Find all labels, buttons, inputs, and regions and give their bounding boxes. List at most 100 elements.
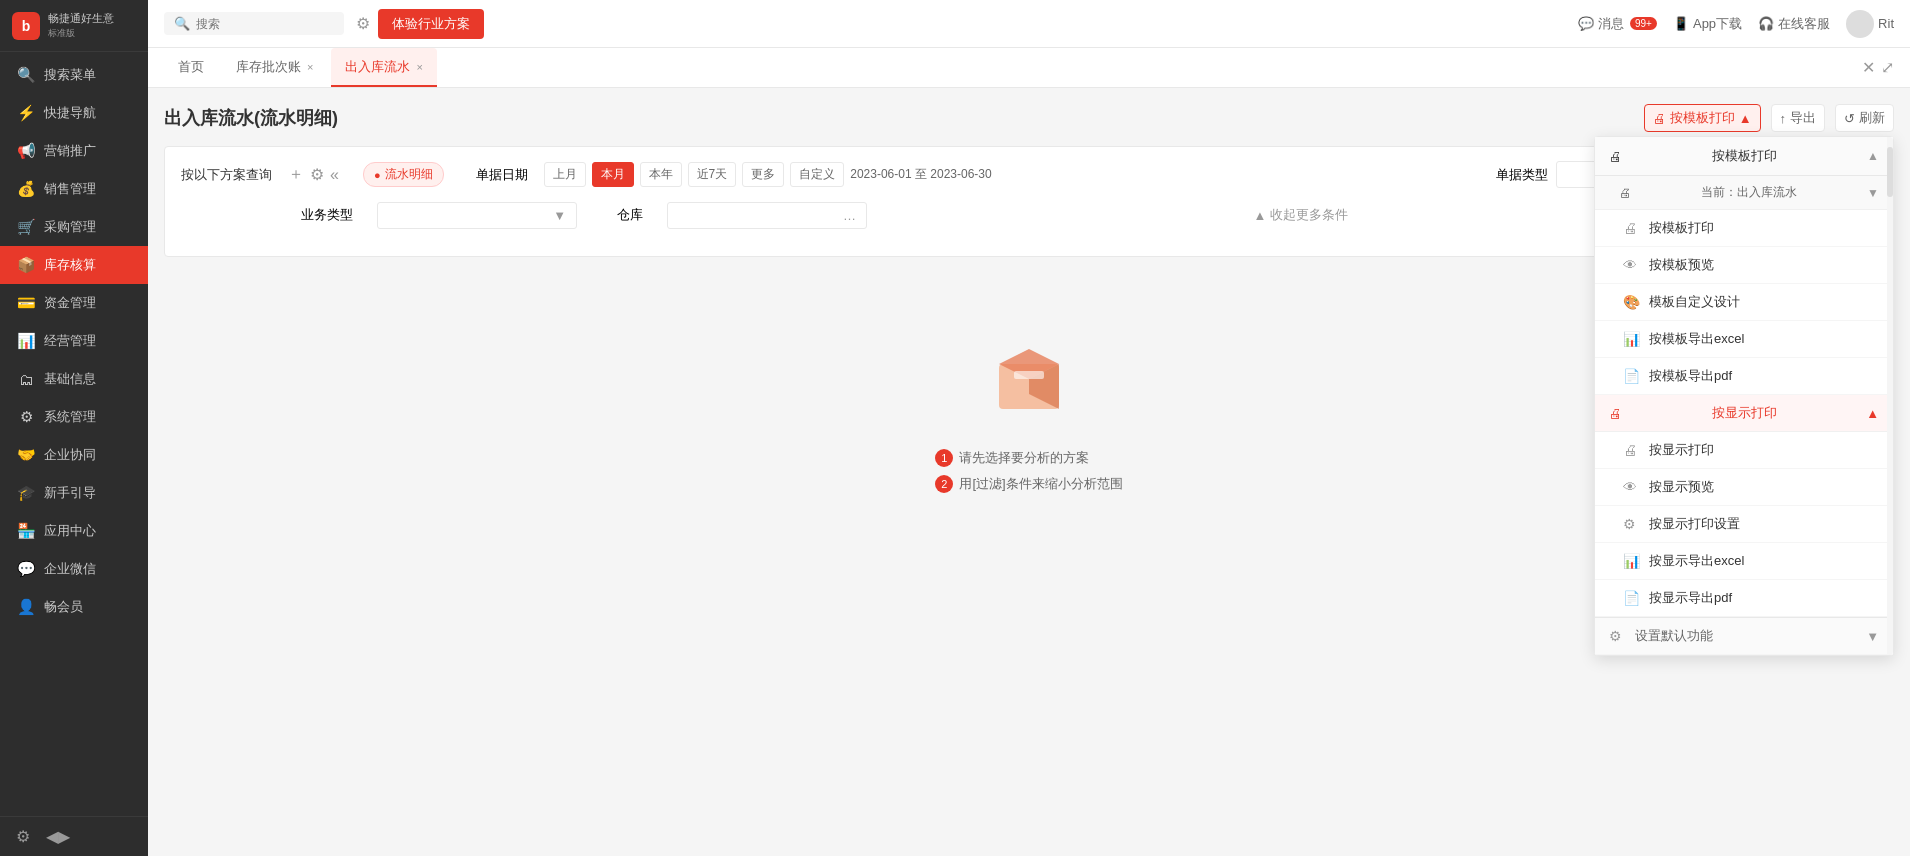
sidebar-item-guide[interactable]: 🎓 新手引导: [0, 474, 148, 512]
dropdown-item-display-print[interactable]: 🖨 按显示打印: [1595, 432, 1893, 469]
topbar-gear-icon[interactable]: ⚙: [356, 14, 370, 33]
tab-flow[interactable]: 出入库流水 ×: [331, 48, 436, 87]
date-btn-last-month[interactable]: 上月: [544, 162, 586, 187]
warehouse-select[interactable]: …: [667, 202, 867, 229]
dropdown-item-template-print[interactable]: 🖨 按模板打印: [1595, 210, 1893, 247]
display-section-chevron: ▲: [1866, 406, 1879, 421]
dropdown-display-section[interactable]: 🖨 按显示打印 ▲: [1595, 395, 1893, 432]
export-btn[interactable]: ↑ 导出: [1771, 104, 1826, 132]
date-btn-this-year[interactable]: 本年: [640, 162, 682, 187]
filter-settings-icon[interactable]: ⚙: [310, 165, 324, 184]
page-title: 出入库流水(流水明细): [164, 106, 338, 130]
customer-service-btn[interactable]: 🎧 在线客服: [1758, 15, 1830, 33]
sidebar-item-member[interactable]: 👤 畅会员: [0, 588, 148, 626]
dropdown-sub-header: 🖨 当前：出入库流水 ▼: [1595, 176, 1893, 210]
filter-collapse-icon[interactable]: «: [330, 166, 339, 184]
date-btn-custom[interactable]: 自定义: [790, 162, 844, 187]
user-name: Rit: [1878, 16, 1894, 31]
dropdown-item-display-pdf[interactable]: 📄 按显示导出pdf: [1595, 580, 1893, 617]
filter-label-date: 单据日期: [476, 166, 528, 184]
footer-collapse-icon[interactable]: ◀▶: [46, 827, 70, 846]
filter-tag-label: 流水明细: [385, 166, 433, 183]
collapse-btn[interactable]: ▲ 收起更多条件: [1254, 206, 1349, 224]
topbar-search-input[interactable]: [196, 17, 316, 31]
display-excel-icon: 📊: [1623, 553, 1639, 569]
date-btn-more[interactable]: 更多: [742, 162, 784, 187]
dropdown-item-set-default[interactable]: ⚙ 设置默认功能 ▼: [1595, 617, 1893, 655]
dropdown-item-template-preview[interactable]: 👁 按模板预览: [1595, 247, 1893, 284]
purchase-icon: 🛒: [16, 218, 36, 236]
sidebar-item-inventory[interactable]: 📦 库存核算: [0, 246, 148, 284]
window-controls: ✕ ⤢: [1862, 58, 1894, 77]
search-nav-icon: 🔍: [16, 66, 36, 84]
message-btn[interactable]: 💬 消息 99+: [1578, 15, 1657, 33]
export-label: 导出: [1790, 109, 1816, 127]
sidebar-item-shortcut[interactable]: ⚡ 快捷导航: [0, 94, 148, 132]
sidebar-nav: 🔍 搜索菜单 ⚡ 快捷导航 📢 营销推广 💰 销售管理 🛒 采购管理 📦 库存核…: [0, 52, 148, 816]
template-print-icon: 🖨: [1623, 220, 1639, 236]
topbar-search-box[interactable]: 🔍: [164, 12, 344, 35]
template-print-label: 按模板打印: [1649, 219, 1714, 237]
tab-batch-close[interactable]: ×: [307, 61, 313, 73]
app-logo: b 畅捷通好生意 标准版: [0, 0, 148, 52]
sidebar-item-purchase[interactable]: 🛒 采购管理: [0, 208, 148, 246]
app-edition: 标准版: [48, 27, 114, 40]
display-settings-label: 按显示打印设置: [1649, 515, 1740, 533]
refresh-btn[interactable]: ↺ 刷新: [1835, 104, 1894, 132]
dropdown-item-display-settings[interactable]: ⚙ 按显示打印设置: [1595, 506, 1893, 543]
sidebar-item-base[interactable]: 🗂 基础信息: [0, 360, 148, 398]
industry-btn[interactable]: 体验行业方案: [378, 9, 484, 39]
apps-icon: 🏪: [16, 522, 36, 540]
sidebar-item-label-base: 基础信息: [44, 370, 96, 388]
sidebar-item-marketing[interactable]: 📢 营销推广: [0, 132, 148, 170]
expand-window-icon[interactable]: ⤢: [1881, 58, 1894, 77]
tab-batch[interactable]: 库存批次账 ×: [222, 48, 327, 87]
dropdown-item-display-preview[interactable]: 👁 按显示预览: [1595, 469, 1893, 506]
tab-home[interactable]: 首页: [164, 48, 218, 87]
main-area: 🔍 ⚙ 体验行业方案 💬 消息 99+ 📱 App下载 🎧 在线客服 Rit: [148, 0, 1910, 856]
app-download-label: App下载: [1693, 15, 1742, 33]
dropdown-scrollbar: [1887, 137, 1893, 655]
filter-add-icon[interactable]: ＋: [288, 164, 304, 185]
guide-icon: 🎓: [16, 484, 36, 502]
sidebar-item-search[interactable]: 🔍 搜索菜单: [0, 56, 148, 94]
dropdown-item-template-design[interactable]: 🎨 模板自定义设计: [1595, 284, 1893, 321]
printer-icon: 🖨: [1653, 111, 1666, 126]
set-default-chevron: ▼: [1866, 629, 1879, 644]
logo-icon: b: [12, 12, 40, 40]
empty-step-1-text: 请先选择要分析的方案: [959, 449, 1089, 467]
dropdown-item-template-pdf[interactable]: 📄 按模板导出pdf: [1595, 358, 1893, 395]
sidebar-item-operations[interactable]: 📊 经营管理: [0, 322, 148, 360]
sidebar-item-system[interactable]: ⚙ 系统管理: [0, 398, 148, 436]
dropdown-header: 🖨 按模板打印 ▲: [1595, 137, 1893, 176]
business-type-select[interactable]: ▼: [377, 202, 577, 229]
dropdown-item-display-excel[interactable]: 📊 按显示导出excel: [1595, 543, 1893, 580]
business-type-chevron: ▼: [553, 208, 566, 223]
app-download-btn[interactable]: 📱 App下载: [1673, 15, 1742, 33]
close-window-icon[interactable]: ✕: [1862, 58, 1875, 77]
print-dropdown-chevron: ▲: [1739, 111, 1752, 126]
sidebar-item-cooperation[interactable]: 🤝 企业协同: [0, 436, 148, 474]
sidebar-item-wechat[interactable]: 💬 企业微信: [0, 550, 148, 588]
marketing-icon: 📢: [16, 142, 36, 160]
message-icon: 💬: [1578, 16, 1594, 31]
warehouse-more-icon[interactable]: …: [843, 208, 856, 223]
warehouse-label: 仓库: [617, 206, 643, 224]
sidebar-item-finance[interactable]: 💳 资金管理: [0, 284, 148, 322]
sidebar-item-apps[interactable]: 🏪 应用中心: [0, 512, 148, 550]
date-btn-this-month[interactable]: 本月: [592, 162, 634, 187]
dropdown-item-template-excel[interactable]: 📊 按模板导出excel: [1595, 321, 1893, 358]
sidebar-item-label-marketing: 营销推广: [44, 142, 96, 160]
footer-settings-icon[interactable]: ⚙: [16, 827, 30, 846]
dropdown-sub-label: 当前：出入库流水: [1701, 184, 1797, 201]
export-icon: ↑: [1780, 111, 1787, 126]
tab-flow-close[interactable]: ×: [416, 61, 422, 73]
set-default-label: 设置默认功能: [1635, 627, 1713, 645]
tabs-bar: 首页 库存批次账 × 出入库流水 × ✕ ⤢: [148, 48, 1910, 88]
filter-section-label: 按以下方案查询: [181, 166, 272, 184]
date-btn-7days[interactable]: 近7天: [688, 162, 737, 187]
operations-icon: 📊: [16, 332, 36, 350]
user-avatar-area[interactable]: Rit: [1846, 10, 1894, 38]
print-template-btn[interactable]: 🖨 按模板打印 ▲: [1644, 104, 1761, 132]
sidebar-item-sales[interactable]: 💰 销售管理: [0, 170, 148, 208]
